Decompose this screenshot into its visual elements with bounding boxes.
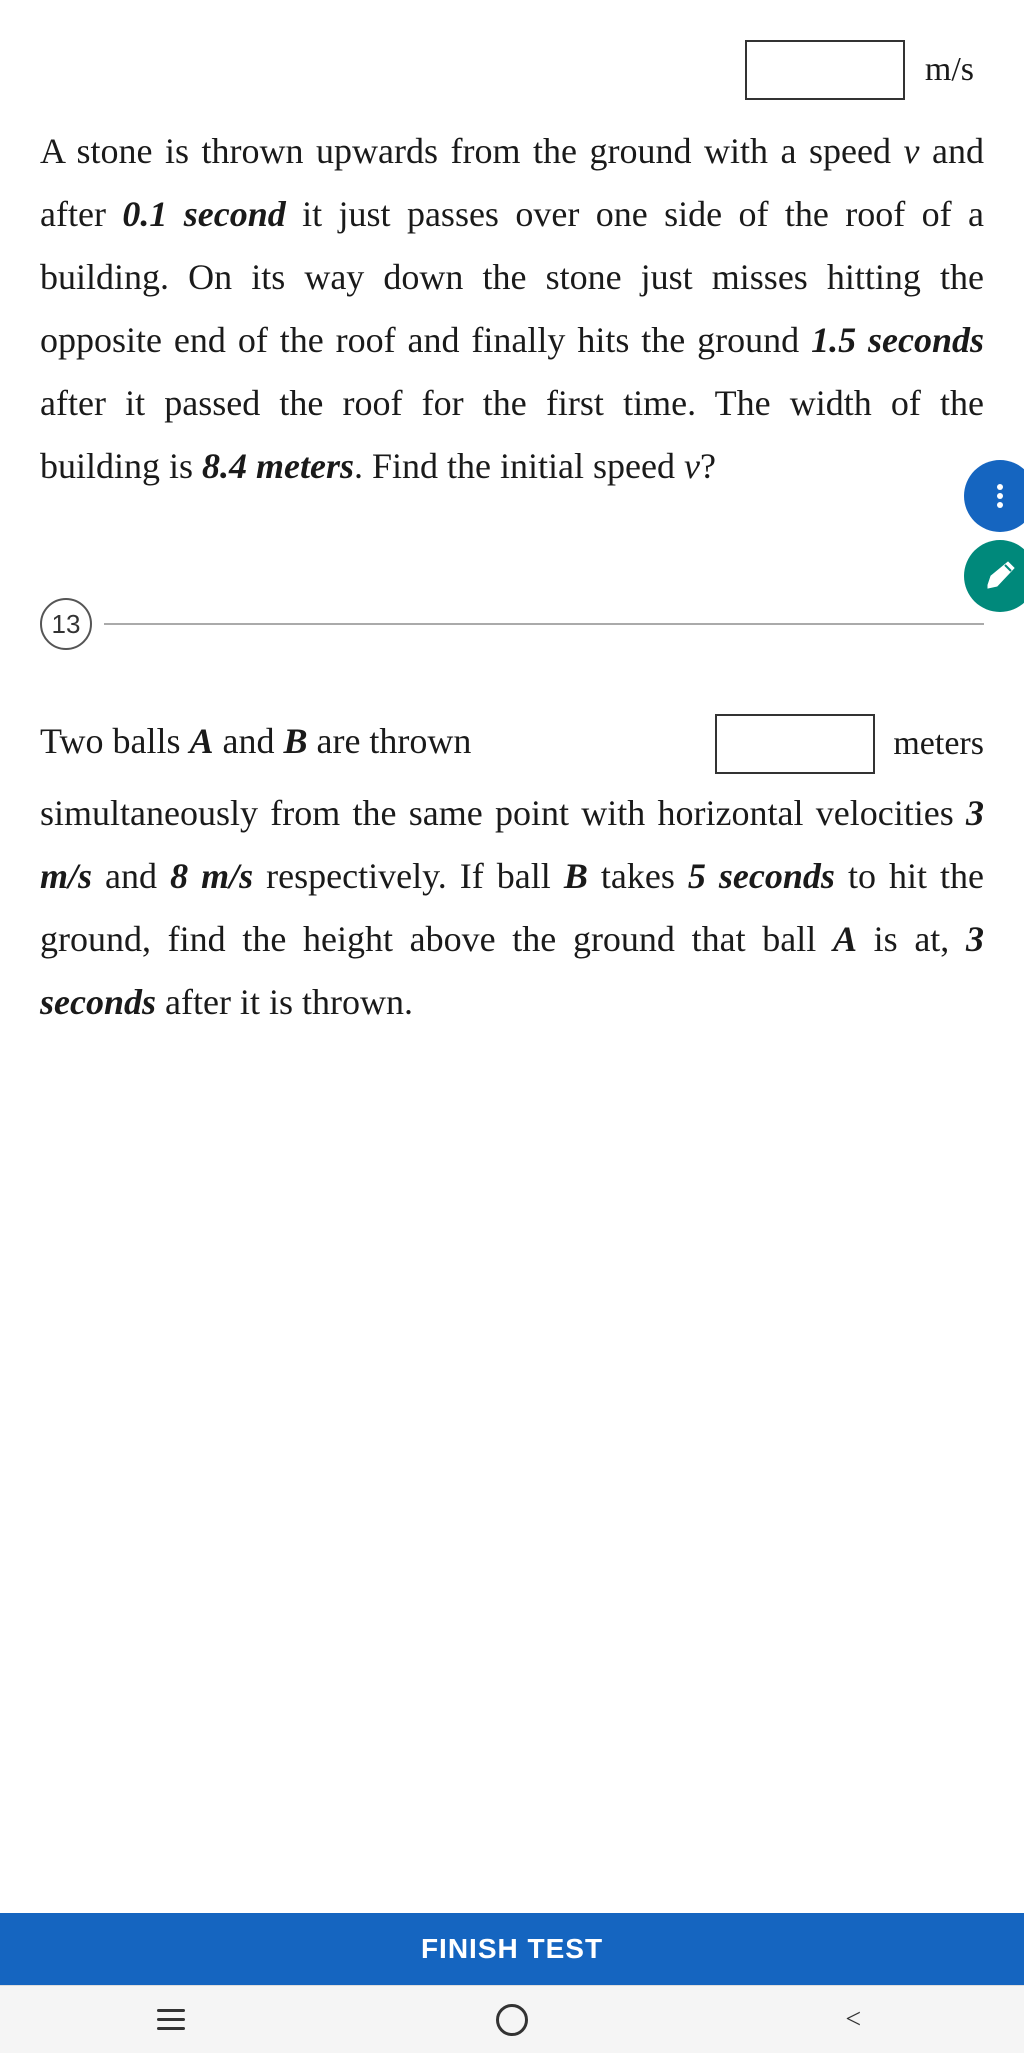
q13-ballA2: A: [833, 919, 857, 959]
q12-v1: v: [904, 131, 920, 171]
q13-remaining-text: simultaneously from the same point with …: [40, 782, 984, 1034]
q13-ballB2: B: [564, 856, 588, 896]
question-12-section: m/s A stone is thrown upwards from the g…: [0, 0, 1024, 558]
finish-test-bar[interactable]: FINISH TEST: [0, 1913, 1024, 1985]
chevron-left-icon: <: [845, 2004, 861, 2036]
section-divider-13: 13: [0, 578, 1024, 670]
divider-line-13: [104, 623, 984, 625]
q13-time1: 5 seconds: [688, 856, 835, 896]
pencil-button[interactable]: [964, 540, 1024, 612]
nav-bar: <: [0, 1985, 1024, 2053]
q13-answer-row: Two balls A and B are thrown meters: [40, 710, 984, 774]
q12-answer-input[interactable]: [745, 40, 905, 100]
q12-time1: 0.1 second: [122, 194, 285, 234]
nav-menu-button[interactable]: [141, 1998, 201, 2042]
q12-width: 8.4 meters: [202, 446, 354, 486]
q12-time2: 1.5 seconds: [811, 320, 984, 360]
page-container: m/s A stone is thrown upwards from the g…: [0, 0, 1024, 2053]
options-button[interactable]: [964, 460, 1024, 532]
question-13-section: Two balls A and B are thrown meters simu…: [0, 690, 1024, 1134]
section-number-13: 13: [40, 598, 92, 650]
q12-v2: v: [684, 446, 700, 486]
dots-icon: [997, 484, 1003, 508]
q13-ballB1: B: [283, 721, 307, 761]
q13-text-col: Two balls A and B are thrown: [40, 710, 691, 773]
nav-back-button[interactable]: <: [823, 1998, 883, 2042]
q12-answer-area: m/s: [40, 40, 984, 100]
floating-buttons: [964, 460, 1024, 612]
q13-text-part1: Two balls A and B are thrown: [40, 710, 691, 773]
q13-vel2: 8 m/s: [170, 856, 253, 896]
circle-icon: [496, 2004, 528, 2036]
q13-answer-area: meters: [707, 710, 984, 774]
q12-text: A stone is thrown upwards from the groun…: [40, 120, 984, 498]
finish-test-label: FINISH TEST: [421, 1933, 603, 1965]
pencil-icon: [982, 558, 1018, 594]
q13-ballA1: A: [189, 721, 213, 761]
menu-lines-icon: [157, 2009, 185, 2030]
q13-unit: meters: [893, 725, 984, 763]
q12-line1: A stone is thrown upwards from the groun…: [40, 131, 984, 486]
q13-answer-input[interactable]: [715, 714, 875, 774]
q12-unit: m/s: [925, 51, 974, 89]
nav-home-button[interactable]: [482, 1998, 542, 2042]
